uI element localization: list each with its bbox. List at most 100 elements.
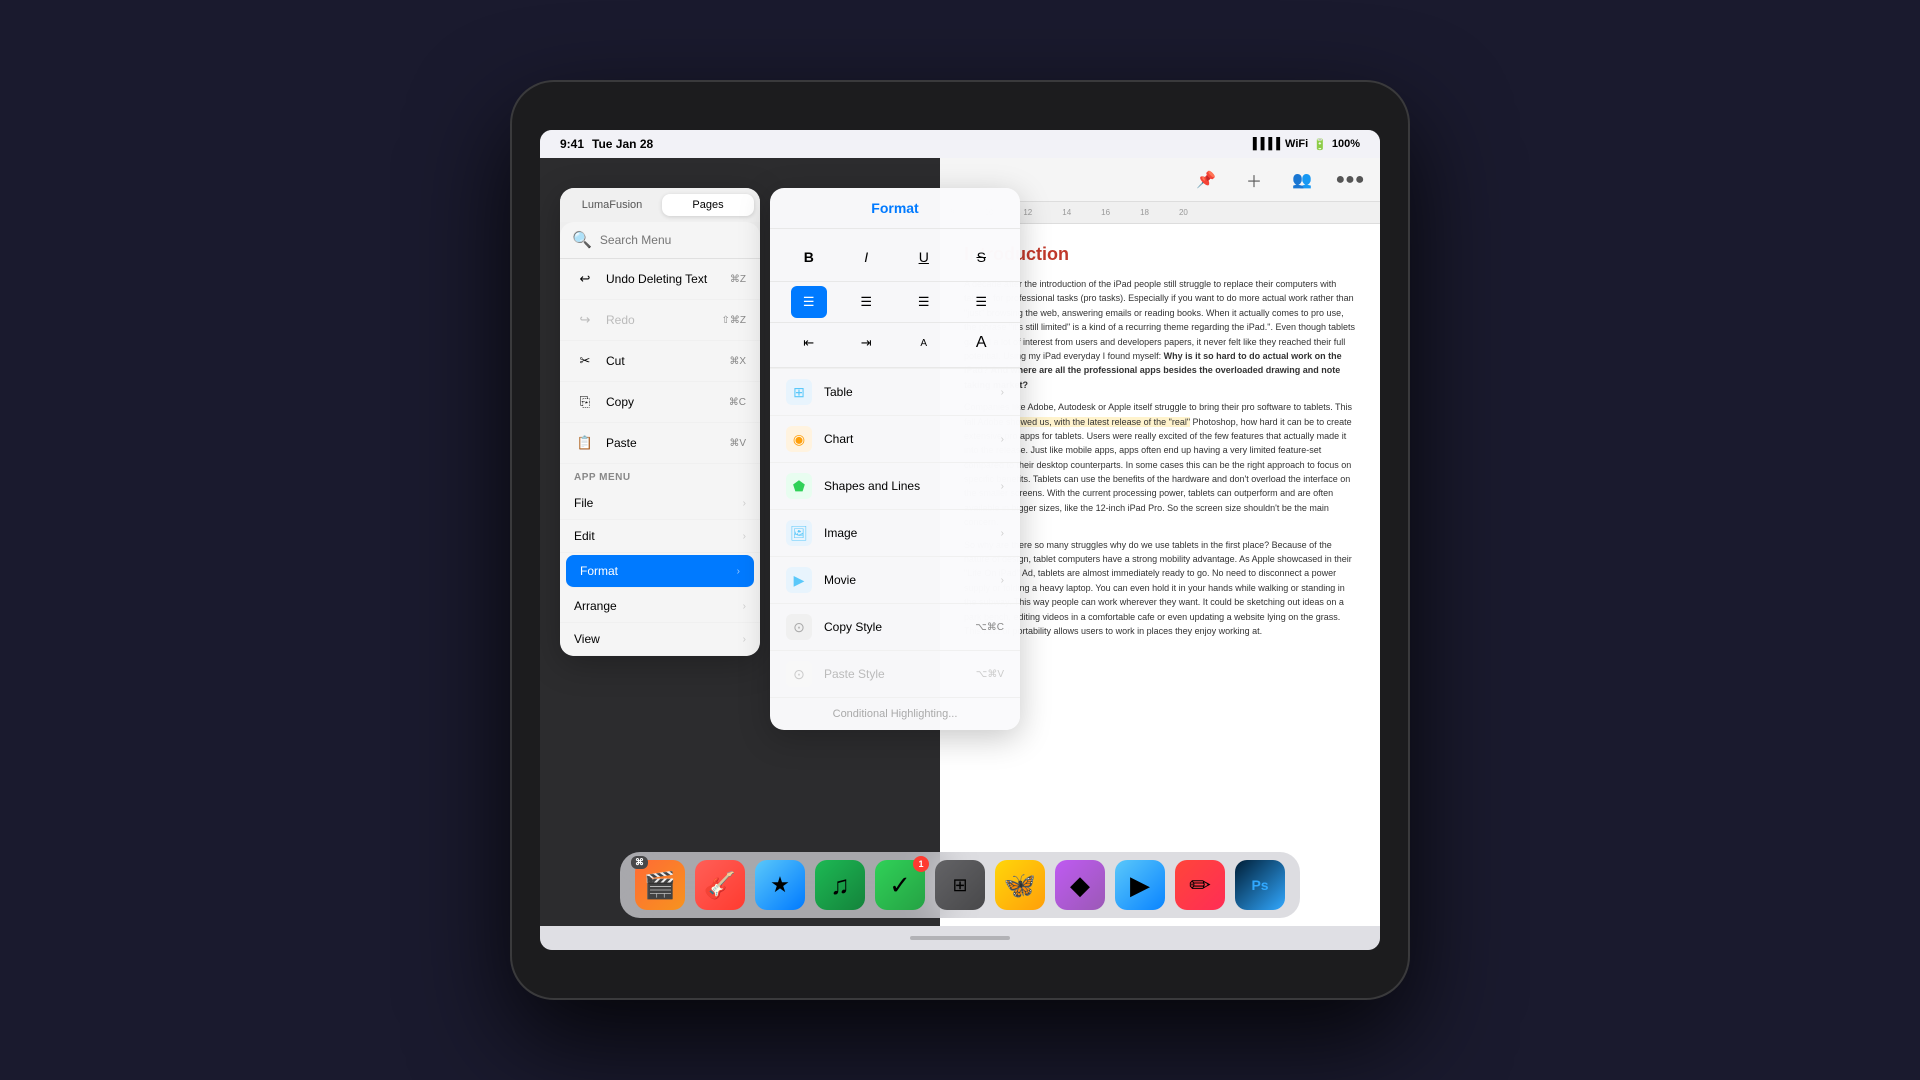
tasks-badge: 1 — [913, 856, 929, 872]
search-input[interactable] — [600, 233, 755, 247]
indent-increase-button[interactable]: ⇥ — [848, 327, 884, 359]
paste-style-label: Paste Style — [824, 667, 885, 681]
format-indent-row: ⇤ ⇥ A A — [770, 323, 1020, 368]
copy-icon: ⎘ — [574, 391, 596, 413]
font-small-button[interactable]: A — [906, 327, 942, 359]
menu-item-format[interactable]: Format › — [566, 555, 754, 588]
battery-percent: 100% — [1332, 138, 1360, 150]
conditional-highlight[interactable]: Conditional Highlighting... — [770, 697, 1020, 730]
lumafusion-icon-char: 🎬 — [644, 870, 676, 901]
add-icon[interactable]: ＋ — [1240, 166, 1268, 194]
image-label: Image — [824, 526, 857, 540]
doc-body: A decade after the introduction of the i… — [964, 277, 1356, 638]
more-icon[interactable]: ●●● — [1336, 166, 1364, 194]
format-paste-style-item[interactable]: ⊙ Paste Style ⌥⌘V — [770, 650, 1020, 697]
app-switcher-panel[interactable]: LumaFusion Pages 🔍 ↩ Undo Deleting Text — [560, 188, 760, 656]
align-right-button[interactable]: ☰ — [906, 286, 942, 318]
menu-item-cut[interactable]: ✂ Cut ⌘X — [560, 341, 760, 382]
copy-style-shortcut: ⌥⌘C — [975, 622, 1004, 633]
shapes-dock-icon-char: ◆ — [1070, 870, 1090, 901]
pencil-icon-char: ✏ — [1189, 870, 1211, 901]
image-icon: 🖼 — [786, 520, 812, 546]
redo-shortcut: ⇧⌘Z — [722, 315, 747, 326]
dock: 🎬 ⌘ 🎸 ★ ♫ ✓ 1 — [620, 852, 1300, 918]
dock-pencil[interactable]: ✏ — [1175, 860, 1225, 910]
papillon-icon-char: 🦋 — [1004, 870, 1036, 901]
format-shapes-item[interactable]: ⬟ Shapes and Lines › — [770, 462, 1020, 509]
format-image-item[interactable]: 🖼 Image › — [770, 509, 1020, 556]
format-align-row: ☰ ☰ ☰ ☰ — [770, 282, 1020, 323]
indent-decrease-button[interactable]: ⇤ — [791, 327, 827, 359]
format-panel[interactable]: Format B I U S ☰ ☰ ☰ ☰ — [770, 188, 1020, 730]
spotify-icon-char: ♫ — [830, 870, 850, 901]
redo-icon: ↪ — [574, 309, 596, 331]
dock-shapes[interactable]: ◆ — [1055, 860, 1105, 910]
align-center-button[interactable]: ☰ — [848, 286, 884, 318]
format-chart-item[interactable]: ◉ Chart › — [770, 415, 1020, 462]
redo-label: Redo — [606, 313, 712, 327]
paste-label: Paste — [606, 436, 719, 450]
dock-instruments[interactable]: ⊞ — [935, 860, 985, 910]
strikethrough-button[interactable]: S — [963, 241, 999, 273]
copy-style-icon: ⊙ — [786, 614, 812, 640]
image-arrow: › — [1001, 528, 1004, 539]
menu-item-file[interactable]: File › — [560, 487, 760, 520]
format-movie-item[interactable]: ▶ Movie › — [770, 556, 1020, 603]
paste-shortcut: ⌘V — [729, 438, 746, 449]
tasks-icon-char: ✓ — [889, 870, 911, 901]
edit-label: Edit — [574, 529, 733, 543]
home-indicator — [910, 936, 1010, 940]
dock-garageband[interactable]: 🎸 — [695, 860, 745, 910]
chart-icon: ◉ — [786, 426, 812, 452]
align-left-button[interactable]: ☰ — [791, 286, 827, 318]
cut-shortcut: ⌘X — [729, 356, 746, 367]
format-copy-style-item[interactable]: ⊙ Copy Style ⌥⌘C — [770, 603, 1020, 650]
dock-spotify[interactable]: ♫ — [815, 860, 865, 910]
paste-style-shortcut: ⌥⌘V — [976, 669, 1004, 680]
underline-button[interactable]: U — [906, 241, 942, 273]
arrange-arrow: › — [743, 601, 746, 612]
star-icon-char: ★ — [770, 872, 790, 898]
menu-item-redo[interactable]: ↪ Redo ⇧⌘Z — [560, 300, 760, 341]
dock-tasks[interactable]: ✓ 1 — [875, 860, 925, 910]
dock-papillon[interactable]: 🦋 — [995, 860, 1045, 910]
chart-arrow: › — [1001, 434, 1004, 445]
dock-photoshop[interactable]: Ps — [1235, 860, 1285, 910]
cut-label: Cut — [606, 354, 719, 368]
menu-item-paste[interactable]: 📋 Paste ⌘V — [560, 423, 760, 464]
context-menu: 🔍 ↩ Undo Deleting Text ⌘Z ↪ Redo — [560, 222, 760, 656]
undo-icon: ↩ — [574, 268, 596, 290]
pin-icon[interactable]: 📌 — [1192, 166, 1220, 194]
dock-lumafusion[interactable]: 🎬 ⌘ — [635, 860, 685, 910]
main-area: 📌 ＋ 👥 ●●● 8 10 12 14 16 18 20 Introducti… — [540, 158, 1380, 926]
font-large-button[interactable]: A — [963, 327, 999, 359]
copy-label: Copy — [606, 395, 719, 409]
menu-item-arrange[interactable]: Arrange › — [560, 590, 760, 623]
table-label: Table — [824, 385, 853, 399]
italic-button[interactable]: I — [848, 241, 884, 273]
tab-pages[interactable]: Pages — [662, 194, 754, 216]
menu-item-edit[interactable]: Edit › — [560, 520, 760, 553]
align-justify-button[interactable]: ☰ — [963, 286, 999, 318]
menu-item-copy[interactable]: ⎘ Copy ⌘C — [560, 382, 760, 423]
paste-icon: 📋 — [574, 432, 596, 454]
undo-label: Undo Deleting Text — [606, 272, 720, 286]
file-label: File — [574, 496, 733, 510]
battery-icon: 🔋 — [1313, 138, 1327, 151]
undo-shortcut: ⌘Z — [730, 274, 746, 285]
paste-style-icon: ⊙ — [786, 661, 812, 687]
format-table-item[interactable]: ⊞ Table › — [770, 368, 1020, 415]
dock-topnotch[interactable]: ★ — [755, 860, 805, 910]
menu-item-view[interactable]: View › — [560, 623, 760, 656]
menu-item-undo[interactable]: ↩ Undo Deleting Text ⌘Z — [560, 259, 760, 300]
doc-title: Introduction — [964, 244, 1356, 265]
keynote-icon-char: ▶ — [1130, 870, 1150, 901]
bold-button[interactable]: B — [791, 241, 827, 273]
dock-keynote[interactable]: ▶ — [1115, 860, 1165, 910]
table-arrow: › — [1001, 387, 1004, 398]
ipad-screen: 9:41 Tue Jan 28 ▐▐▐▐ WiFi 🔋 100% 📌 ＋ 👥 — [540, 130, 1380, 950]
format-text-style-row: B I U S — [770, 229, 1020, 282]
tab-lumafusion[interactable]: LumaFusion — [566, 194, 658, 216]
collab-icon[interactable]: 👥 — [1288, 166, 1316, 194]
format-label: Format — [580, 564, 727, 578]
